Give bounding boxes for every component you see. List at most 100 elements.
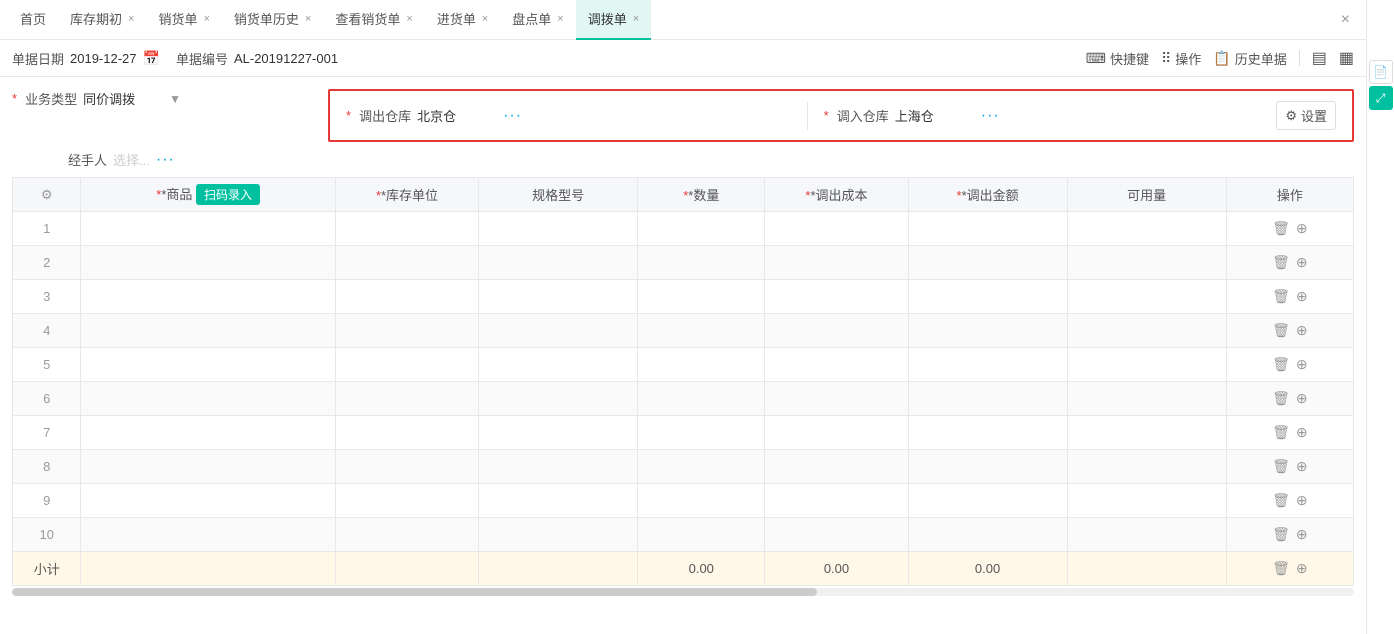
delete-icon[interactable]: 🗑 <box>1272 526 1290 543</box>
row-unit-cell[interactable] <box>335 348 478 382</box>
delete-icon[interactable]: 🗑 <box>1272 220 1290 237</box>
panel-expand-button[interactable]: ⤢ <box>1369 86 1393 110</box>
shortcut-button[interactable]: ⌨ 快捷键 <box>1086 49 1149 68</box>
delete-icon[interactable]: 🗑 <box>1272 322 1290 339</box>
close-sales-history[interactable]: × <box>305 13 311 25</box>
tab-sales-order[interactable]: 销货单 × <box>146 0 221 40</box>
business-type-select[interactable]: 同价调拨 ▼ <box>83 89 181 108</box>
history-button[interactable]: 📋 历史单据 <box>1213 49 1286 68</box>
tab-view-sales[interactable]: 查看销货单 × <box>323 0 424 40</box>
row-cost-cell[interactable] <box>765 450 908 484</box>
copy-icon[interactable]: ⊕ <box>1296 254 1308 271</box>
row-unit-cell[interactable] <box>335 246 478 280</box>
close-transfer[interactable]: × <box>633 13 639 25</box>
row-qty-cell[interactable] <box>638 416 765 450</box>
row-amount-cell[interactable] <box>908 484 1067 518</box>
tab-transfer[interactable]: 调拨单 × <box>576 0 651 40</box>
row-unit-cell[interactable] <box>335 382 478 416</box>
th-settings[interactable]: ⚙ <box>13 178 81 212</box>
copy-icon[interactable]: ⊕ <box>1296 288 1308 305</box>
close-stocktake[interactable]: × <box>557 13 563 25</box>
row-unit-cell[interactable] <box>335 314 478 348</box>
row-qty-cell[interactable] <box>638 484 765 518</box>
row-goods-cell[interactable] <box>81 518 336 552</box>
scrollbar-thumb[interactable] <box>12 588 817 596</box>
close-sales-order[interactable]: × <box>203 13 209 25</box>
copy-icon[interactable]: ⊕ <box>1296 458 1308 475</box>
copy-icon[interactable]: ⊕ <box>1296 390 1308 407</box>
row-spec-cell[interactable] <box>479 518 638 552</box>
delete-icon[interactable]: 🗑 <box>1272 356 1290 373</box>
row-unit-cell[interactable] <box>335 484 478 518</box>
row-goods-cell[interactable] <box>81 280 336 314</box>
row-amount-cell[interactable] <box>908 348 1067 382</box>
row-unit-cell[interactable] <box>335 518 478 552</box>
copy-icon[interactable]: ⊕ <box>1296 220 1308 237</box>
copy-icon[interactable]: ⊕ <box>1296 492 1308 509</box>
layout2-button[interactable]: ▦ <box>1339 48 1354 68</box>
row-cost-cell[interactable] <box>765 518 908 552</box>
row-cost-cell[interactable] <box>765 484 908 518</box>
row-spec-cell[interactable] <box>479 212 638 246</box>
panel-doc-button[interactable]: 📄 <box>1369 60 1393 84</box>
row-qty-cell[interactable] <box>638 280 765 314</box>
delete-icon[interactable]: 🗑 <box>1272 458 1290 475</box>
row-qty-cell[interactable] <box>638 382 765 416</box>
row-amount-cell[interactable] <box>908 450 1067 484</box>
row-unit-cell[interactable] <box>335 212 478 246</box>
transfer-out-value[interactable]: 北京仓 <box>417 106 497 125</box>
tab-stocktake[interactable]: 盘点单 × <box>500 0 575 40</box>
delete-icon[interactable]: 🗑 <box>1272 424 1290 441</box>
row-amount-cell[interactable] <box>908 416 1067 450</box>
transfer-in-value[interactable]: 上海仓 <box>895 106 975 125</box>
row-qty-cell[interactable] <box>638 348 765 382</box>
layout1-button[interactable]: ▤ <box>1312 48 1327 68</box>
operation-button[interactable]: ⠿ 操作 <box>1161 49 1201 68</box>
row-cost-cell[interactable] <box>765 382 908 416</box>
row-qty-cell[interactable] <box>638 212 765 246</box>
row-spec-cell[interactable] <box>479 314 638 348</box>
delete-icon[interactable]: 🗑 <box>1272 390 1290 407</box>
row-spec-cell[interactable] <box>479 246 638 280</box>
row-goods-cell[interactable] <box>81 484 336 518</box>
row-qty-cell[interactable] <box>638 450 765 484</box>
row-goods-cell[interactable] <box>81 382 336 416</box>
row-goods-cell[interactable] <box>81 246 336 280</box>
copy-icon[interactable]: ⊕ <box>1296 526 1308 543</box>
table-settings-icon[interactable]: ⚙ <box>41 187 53 202</box>
handler-select[interactable]: 选择... <box>113 150 150 169</box>
row-spec-cell[interactable] <box>479 450 638 484</box>
row-spec-cell[interactable] <box>479 280 638 314</box>
scan-button[interactable]: 扫码录入 <box>196 184 260 205</box>
close-app-button[interactable]: × <box>1333 11 1358 29</box>
row-cost-cell[interactable] <box>765 246 908 280</box>
copy-icon[interactable]: ⊕ <box>1296 322 1308 339</box>
tab-sales-history[interactable]: 销货单历史 × <box>222 0 323 40</box>
row-amount-cell[interactable] <box>908 382 1067 416</box>
delete-icon[interactable]: 🗑 <box>1272 288 1290 305</box>
row-goods-cell[interactable] <box>81 416 336 450</box>
copy-icon[interactable]: ⊕ <box>1296 560 1308 577</box>
row-amount-cell[interactable] <box>908 246 1067 280</box>
row-amount-cell[interactable] <box>908 314 1067 348</box>
row-cost-cell[interactable] <box>765 416 908 450</box>
row-amount-cell[interactable] <box>908 212 1067 246</box>
row-unit-cell[interactable] <box>335 450 478 484</box>
copy-icon[interactable]: ⊕ <box>1296 356 1308 373</box>
row-qty-cell[interactable] <box>638 314 765 348</box>
calendar-icon[interactable]: 📅 <box>143 50 160 67</box>
row-spec-cell[interactable] <box>479 382 638 416</box>
row-unit-cell[interactable] <box>335 416 478 450</box>
row-qty-cell[interactable] <box>638 518 765 552</box>
row-unit-cell[interactable] <box>335 280 478 314</box>
row-goods-cell[interactable] <box>81 212 336 246</box>
transfer-in-more[interactable]: ··· <box>981 107 1000 125</box>
close-inventory-init[interactable]: × <box>128 13 134 25</box>
row-spec-cell[interactable] <box>479 348 638 382</box>
row-cost-cell[interactable] <box>765 314 908 348</box>
close-purchase-order[interactable]: × <box>482 13 488 25</box>
tab-purchase-order[interactable]: 进货单 × <box>425 0 500 40</box>
settings-button[interactable]: ⚙ 设置 <box>1276 101 1336 130</box>
tab-home[interactable]: 首页 <box>8 0 58 40</box>
row-cost-cell[interactable] <box>765 212 908 246</box>
